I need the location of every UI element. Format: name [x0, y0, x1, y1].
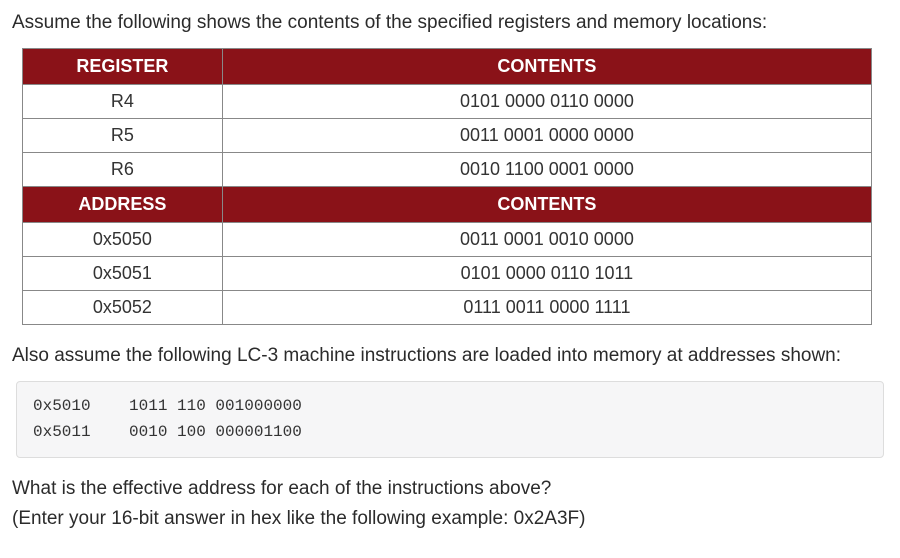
table-header-addresses: ADDRESS CONTENTS — [23, 187, 872, 223]
memory-address: 0x5051 — [23, 257, 223, 291]
code-addr: 0x5011 — [33, 423, 91, 441]
register-contents: 0010 1100 0001 0000 — [222, 153, 871, 187]
table-row: R5 0011 0001 0000 0000 — [23, 119, 872, 153]
table-header-registers: REGISTER CONTENTS — [23, 49, 872, 85]
registers-memory-table: REGISTER CONTENTS R4 0101 0000 0110 0000… — [22, 48, 872, 325]
question-text: What is the effective address for each o… — [12, 478, 888, 500]
code-block: 0x5010 1011 110 0010000000x5011 0010 100… — [16, 381, 884, 458]
table-row: 0x5050 0011 0001 0010 0000 — [23, 223, 872, 257]
register-name: R5 — [23, 119, 223, 153]
header-contents-label: CONTENTS — [222, 49, 871, 85]
header-contents-label-2: CONTENTS — [222, 187, 871, 223]
code-addr: 0x5010 — [33, 397, 91, 415]
table-row: R6 0010 1100 0001 0000 — [23, 153, 872, 187]
table-row: 0x5052 0111 0011 0000 1111 — [23, 291, 872, 325]
after-table-text: Also assume the following LC-3 machine i… — [12, 345, 888, 367]
table-row: R4 0101 0000 0110 0000 — [23, 85, 872, 119]
memory-address: 0x5052 — [23, 291, 223, 325]
memory-contents: 0101 0000 0110 1011 — [222, 257, 871, 291]
memory-contents: 0111 0011 0000 1111 — [222, 291, 871, 325]
register-contents: 0101 0000 0110 0000 — [222, 85, 871, 119]
register-name: R4 — [23, 85, 223, 119]
code-bits: 0010 100 000001100 — [129, 423, 302, 441]
header-register-label: REGISTER — [23, 49, 223, 85]
memory-contents: 0011 0001 0010 0000 — [222, 223, 871, 257]
example-text: (Enter your 16-bit answer in hex like th… — [12, 508, 888, 530]
register-contents: 0011 0001 0000 0000 — [222, 119, 871, 153]
intro-text: Assume the following shows the contents … — [12, 12, 888, 34]
code-bits: 1011 110 001000000 — [129, 397, 302, 415]
code-line: 0x5011 0010 100 000001100 — [33, 420, 867, 446]
code-line: 0x5010 1011 110 001000000 — [33, 394, 867, 420]
table-row: 0x5051 0101 0000 0110 1011 — [23, 257, 872, 291]
register-name: R6 — [23, 153, 223, 187]
memory-address: 0x5050 — [23, 223, 223, 257]
header-address-label: ADDRESS — [23, 187, 223, 223]
